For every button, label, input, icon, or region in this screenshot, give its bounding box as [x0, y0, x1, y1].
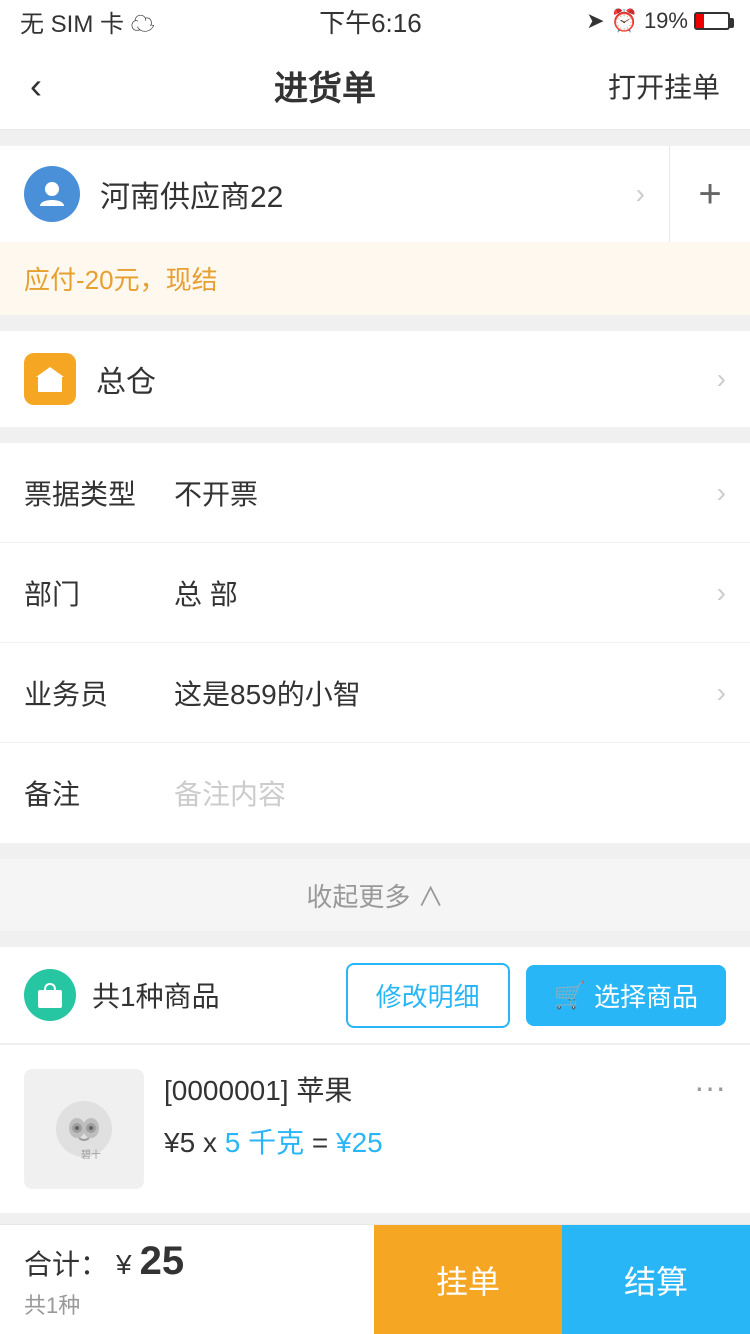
product-more-button[interactable]: ··· [694, 1069, 726, 1106]
supplier-section: 河南供应商22 › + [0, 146, 750, 242]
product-header: 共1种商品 修改明细 🛒 选择商品 [0, 947, 750, 1043]
department-label: 部门 [24, 573, 164, 613]
department-value: 总 部 [164, 573, 707, 613]
salesperson-label: 业务员 [24, 673, 164, 713]
invoice-type-chevron-icon: › [717, 477, 726, 509]
total-symbol: ¥ [116, 1249, 132, 1281]
supplier-name: 河南供应商22 [100, 172, 626, 216]
total-label: 合计： [24, 1243, 108, 1283]
supplier-notice: 应付-20元，现结 [0, 242, 750, 315]
product-title: 苹果 [296, 1075, 352, 1106]
supplier-selector[interactable]: 河南供应商22 › [0, 146, 670, 242]
salesperson-value: 这是859的小智 [164, 673, 707, 713]
sim-label: 无 SIM 卡 ☁ [20, 4, 155, 39]
department-row[interactable]: 部门 总 部 › [0, 543, 750, 643]
hang-order-button[interactable]: 挂单 [374, 1225, 562, 1334]
page-title: 进货单 [274, 61, 376, 110]
status-bar: 无 SIM 卡 ☁ 下午6:16 ➤ ⏰ 19% [0, 0, 750, 42]
warehouse-icon [24, 353, 76, 405]
status-time: 下午6:16 [319, 3, 422, 40]
warehouse-section: 总仓 › [0, 331, 750, 427]
remark-label: 备注 [24, 773, 164, 813]
remark-row[interactable]: 备注 备注内容 [0, 743, 750, 843]
form-section: 票据类型 不开票 › 部门 总 部 › 业务员 这是859的小智 › 备注 备注… [0, 443, 750, 843]
checkout-button[interactable]: 结算 [562, 1225, 750, 1334]
svg-text:碧十: 碧十 [81, 1148, 101, 1161]
footer-count-label: 共1种 [24, 1288, 350, 1320]
invoice-type-row[interactable]: 票据类型 不开票 › [0, 443, 750, 543]
product-total: ¥25 [336, 1127, 383, 1158]
product-unit: 千克 [248, 1127, 304, 1158]
nav-bar: ‹ 进货单 打开挂单 [0, 42, 750, 130]
supplier-avatar [24, 166, 80, 222]
warehouse-name: 总仓 [96, 357, 707, 401]
supplier-chevron-icon: › [636, 178, 645, 210]
cart-icon: 🛒 [554, 980, 586, 1011]
invoice-type-value: 不开票 [164, 473, 707, 513]
product-thumbnail: 碧十 [24, 1069, 144, 1189]
open-pending-button[interactable]: 打开挂单 [608, 66, 720, 106]
add-supplier-button[interactable]: + [670, 146, 750, 242]
salesperson-chevron-icon: › [717, 677, 726, 709]
price-equals: = [312, 1127, 336, 1158]
product-count-label: 共1种商品 [92, 975, 330, 1015]
product-card: 碧十 [0000001] 苹果 ¥5 x 5 千克 = ¥25 ··· [0, 1045, 750, 1213]
product-price: ¥5 x 5 千克 = ¥25 [164, 1121, 674, 1161]
total-amount: 25 [140, 1239, 185, 1284]
invoice-type-label: 票据类型 [24, 473, 164, 513]
battery-icon [694, 12, 730, 30]
status-left: 无 SIM 卡 ☁ [20, 4, 155, 39]
product-info: [0000001] 苹果 ¥5 x 5 千克 = ¥25 [164, 1069, 674, 1161]
select-product-button[interactable]: 🛒 选择商品 [526, 965, 726, 1026]
footer: 合计： ¥ 25 共1种 挂单 结算 [0, 1224, 750, 1334]
price-multiply: x [203, 1127, 225, 1158]
select-product-label: 选择商品 [594, 977, 698, 1014]
remark-input[interactable]: 备注内容 [164, 773, 726, 813]
product-code: [0000001] [164, 1075, 289, 1106]
footer-total-section: 合计： ¥ 25 共1种 [0, 1225, 374, 1334]
collapse-button[interactable]: 收起更多 ∧ [0, 859, 750, 931]
salesperson-row[interactable]: 业务员 这是859的小智 › [0, 643, 750, 743]
battery-label: 19% [644, 8, 688, 34]
location-icon: ➤ [586, 8, 604, 34]
total-row: 合计： ¥ 25 [24, 1239, 350, 1284]
back-button[interactable]: ‹ [30, 65, 42, 107]
edit-detail-button[interactable]: 修改明细 [346, 963, 510, 1028]
product-name: [0000001] 苹果 [164, 1069, 674, 1109]
alarm-icon: ⏰ [611, 8, 638, 34]
warehouse-chevron-icon: › [717, 363, 726, 395]
price-value: ¥5 [164, 1127, 195, 1158]
product-quantity: 5 [225, 1127, 241, 1158]
status-right: ➤ ⏰ 19% [586, 8, 730, 34]
warehouse-selector[interactable]: 总仓 › [0, 331, 750, 427]
department-chevron-icon: › [717, 577, 726, 609]
product-icon [24, 969, 76, 1021]
